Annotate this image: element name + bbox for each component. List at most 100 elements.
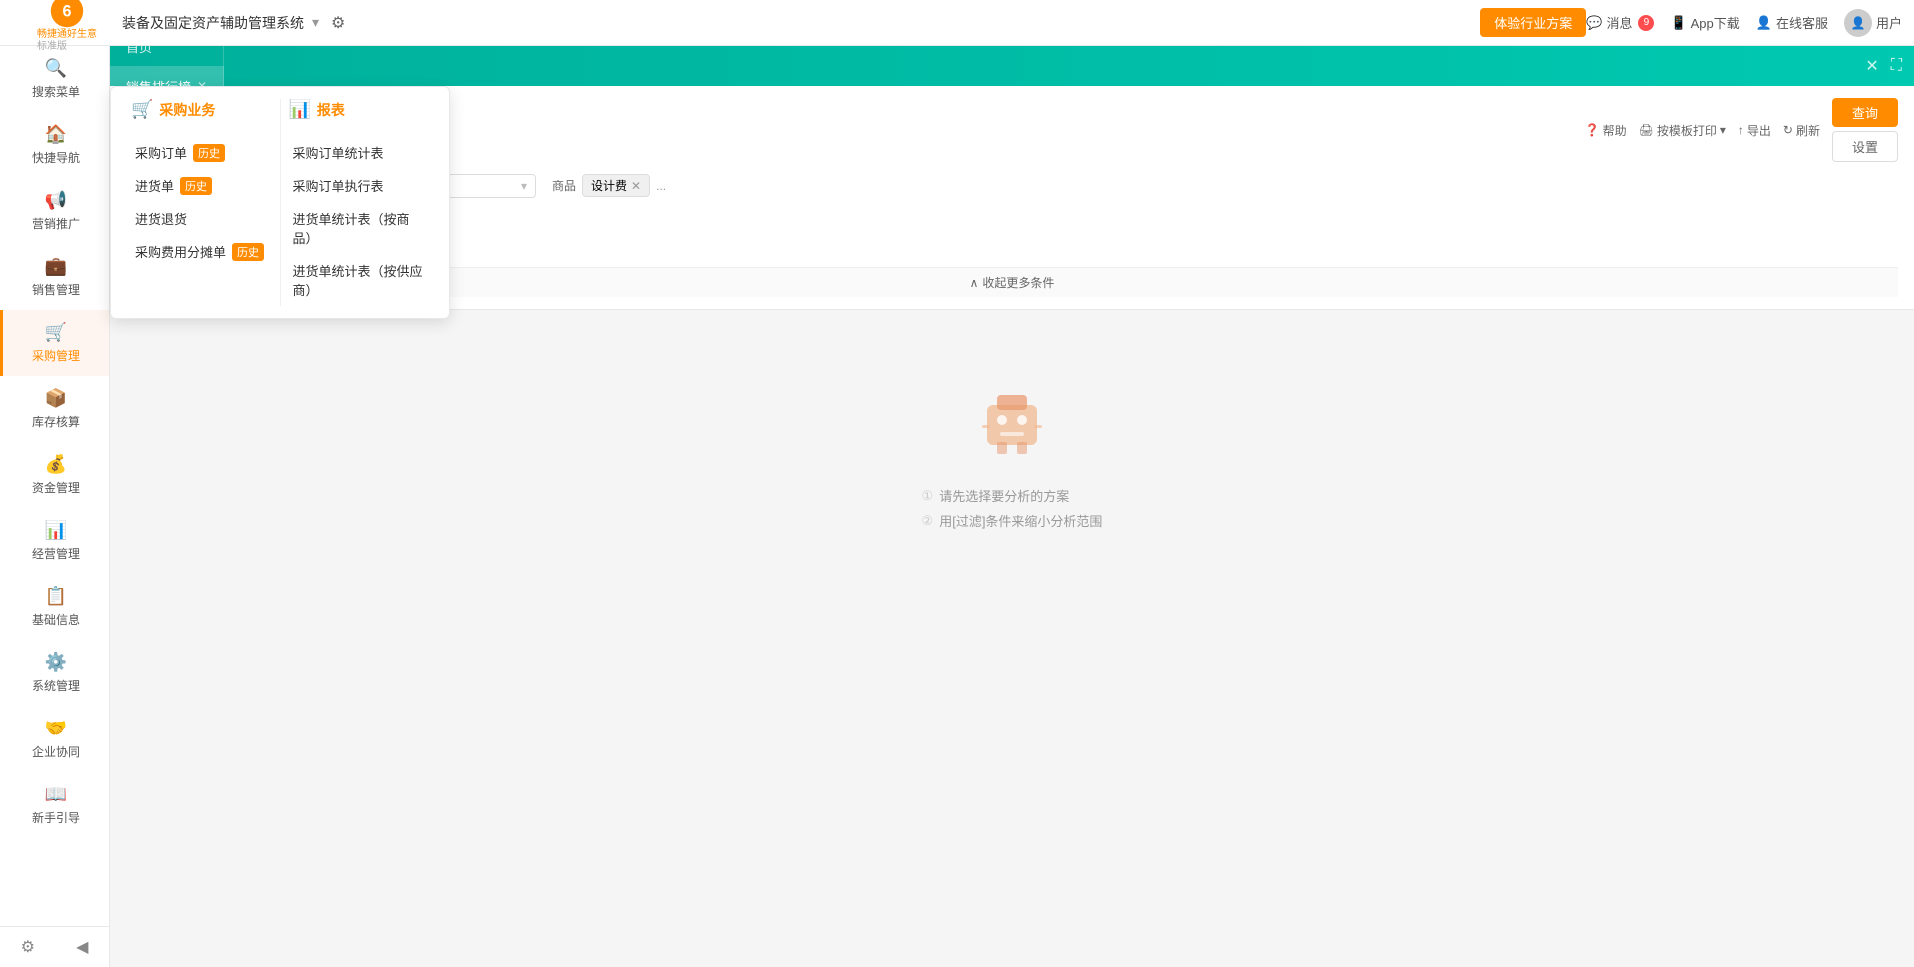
empty-state: ① 请先选择要分析的方案 ② 用[过滤]条件来缩小分析范围 bbox=[110, 310, 1914, 590]
product-tag-remove[interactable]: ✕ bbox=[631, 179, 641, 193]
online-service-label: 在线客服 bbox=[1776, 13, 1828, 32]
report-menu-label-inbound-stats-by-product: 进货单统计表（按商品） bbox=[293, 209, 426, 247]
sidebar-item-inventory[interactable]: 📦 库存核算 bbox=[0, 376, 109, 442]
export-icon: ↑ bbox=[1738, 123, 1744, 137]
dropdown-cols: 🛒 采购业务 采购订单 历史 进货单 历史 进货退货 采购费用分摊单 历史 📊 … bbox=[123, 99, 437, 306]
sidebar-icon-system: ⚙️ bbox=[45, 652, 67, 673]
system-title: 装备及固定资产辅助管理系统 ▾ ⚙ bbox=[122, 13, 1468, 33]
online-service-button[interactable]: 👤 在线客服 bbox=[1756, 13, 1828, 32]
print-icon: 🖨 bbox=[1639, 123, 1654, 137]
sidebar-item-marketing[interactable]: 📢 营销推广 bbox=[0, 178, 109, 244]
topbar-right: 💬 消息 9 📱 App下载 👤 在线客服 👤 用户 bbox=[1586, 9, 1902, 37]
sidebar-item-quick-nav[interactable]: 🏠 快捷导航 bbox=[0, 112, 109, 178]
sidebar-label-enterprise: 企业协同 bbox=[32, 743, 80, 760]
settings-button[interactable]: 设置 bbox=[1832, 131, 1898, 162]
sidebar-item-operations[interactable]: 📊 经营管理 bbox=[0, 508, 109, 574]
messages-button[interactable]: 💬 消息 9 bbox=[1586, 13, 1654, 32]
print-button[interactable]: 🖨 按模板打印 ▾ bbox=[1639, 122, 1726, 139]
purchase-menu-inbound[interactable]: 进货单 历史 bbox=[131, 169, 272, 202]
product-filter: 商品 设计费 ✕ ... bbox=[552, 174, 666, 197]
industry-solution-button[interactable]: 体验行业方案 bbox=[1480, 8, 1586, 37]
collapse-label: 收起更多条件 bbox=[982, 274, 1054, 291]
tip1-bullet: ① bbox=[922, 488, 934, 504]
sidebar-item-purchase[interactable]: 🛒 采购管理 bbox=[0, 310, 109, 376]
sidebar-label-guide: 新手引导 bbox=[32, 809, 80, 826]
purchase-dropdown-menu: 🛒 采购业务 采购订单 历史 进货单 历史 进货退货 采购费用分摊单 历史 📊 … bbox=[110, 86, 450, 319]
sidebar-item-basic-info[interactable]: 📋 基础信息 bbox=[0, 574, 109, 640]
collapse-icon: ∧ bbox=[970, 276, 979, 290]
sidebar-collapse-button[interactable]: ◀ bbox=[76, 937, 88, 957]
app-download-button[interactable]: 📱 App下载 bbox=[1670, 13, 1739, 32]
app-logo: 6 畅捷通好生意 标准版 bbox=[12, 0, 122, 53]
dropdown-arrow[interactable]: ▾ bbox=[312, 14, 319, 31]
help-icon: ❓ bbox=[1585, 123, 1600, 137]
user-menu-button[interactable]: 👤 用户 bbox=[1844, 9, 1902, 37]
print-dropdown-icon[interactable]: ▾ bbox=[1720, 123, 1726, 137]
settings-gear-icon[interactable]: ⚙ bbox=[331, 13, 345, 33]
refresh-icon: ↻ bbox=[1783, 123, 1793, 137]
export-button[interactable]: ↑ 导出 bbox=[1738, 122, 1771, 139]
query-button[interactable]: 查询 bbox=[1832, 98, 1898, 127]
product-label: 商品 bbox=[552, 177, 576, 194]
report-menu-label-inbound-stats-by-supplier: 进货单统计表（按供应商） bbox=[293, 261, 426, 299]
report-menu-inbound-stats-by-product[interactable]: 进货单统计表（按商品） bbox=[289, 202, 430, 254]
sidebar-label-search: 搜索菜单 bbox=[32, 83, 80, 100]
sidebar-item-sales[interactable]: 💼 销售管理 bbox=[0, 244, 109, 310]
service-icon: 👤 bbox=[1756, 15, 1772, 31]
sidebar-label-system: 系统管理 bbox=[32, 677, 80, 694]
sidebar-label-basic-info: 基础信息 bbox=[32, 611, 80, 628]
purchase-menu-purchase-order[interactable]: 采购订单 历史 bbox=[131, 136, 272, 169]
report-menu-purchase-order-stats[interactable]: 采购订单统计表 bbox=[289, 136, 430, 169]
purchase-menu-label-inbound: 进货单 bbox=[135, 176, 174, 195]
sidebar-item-system[interactable]: ⚙️ 系统管理 bbox=[0, 640, 109, 706]
purchase-menu-label-purchase-order: 采购订单 bbox=[135, 143, 187, 162]
refresh-button[interactable]: ↻ 刷新 bbox=[1783, 122, 1820, 139]
tab-label-home: 首页 bbox=[126, 46, 152, 56]
sidebar-item-enterprise[interactable]: 🤝 企业协同 bbox=[0, 706, 109, 772]
phone-icon: 📱 bbox=[1670, 15, 1686, 31]
close-tab-button[interactable]: ✕ bbox=[1861, 52, 1882, 80]
report-menu-label-purchase-order-exec: 采购订单执行表 bbox=[293, 176, 384, 195]
tab-home[interactable]: 首页 bbox=[110, 46, 224, 66]
maximize-button[interactable]: ⛶ bbox=[1887, 53, 1906, 79]
report-menu-purchase-order-exec[interactable]: 采购订单执行表 bbox=[289, 169, 430, 202]
app-download-label: App下载 bbox=[1691, 13, 1740, 32]
sidebar-icon-basic-info: 📋 bbox=[45, 586, 67, 607]
doc-status-dropdown-icon: ▾ bbox=[521, 179, 527, 193]
system-name: 装备及固定资产辅助管理系统 bbox=[122, 13, 304, 33]
message-badge: 9 bbox=[1638, 15, 1654, 31]
history-badge-expense: 历史 bbox=[232, 243, 264, 261]
tab-bar-actions: ✕ ⛶ bbox=[1861, 52, 1914, 80]
tab-bar: 首页 销售排行榜 ✕ ✕ ⛶ bbox=[110, 46, 1914, 86]
sidebar-icon-quick-nav: 🏠 bbox=[45, 124, 67, 145]
report-menu-inbound-stats-by-supplier[interactable]: 进货单统计表（按供应商） bbox=[289, 254, 430, 306]
sidebar-label-quick-nav: 快捷导航 bbox=[32, 149, 80, 166]
topbar: 6 畅捷通好生意 标准版 装备及固定资产辅助管理系统 ▾ ⚙ 体验行业方案 💬 … bbox=[0, 0, 1914, 46]
purchase-menu-return[interactable]: 进货退货 bbox=[131, 202, 272, 235]
sidebar-settings-button[interactable]: ⚙ bbox=[21, 937, 35, 957]
sidebar-icon-finance: 💰 bbox=[45, 454, 67, 475]
sidebar-icon-guide: 📖 bbox=[45, 784, 67, 805]
logo-icon: 6 bbox=[49, 0, 85, 29]
empty-tip-1: ① 请先选择要分析的方案 bbox=[922, 486, 1103, 505]
purchase-menu-label-return: 进货退货 bbox=[135, 209, 187, 228]
sidebar-label-inventory: 库存核算 bbox=[32, 413, 80, 430]
empty-illustration bbox=[962, 370, 1062, 470]
message-icon: 💬 bbox=[1586, 15, 1602, 31]
help-button[interactable]: ❓ 帮助 bbox=[1585, 122, 1627, 139]
svg-text:6: 6 bbox=[62, 2, 71, 20]
sidebar-item-guide[interactable]: 📖 新手引导 bbox=[0, 772, 109, 838]
sidebar-label-sales: 销售管理 bbox=[32, 281, 80, 298]
sidebar-item-finance[interactable]: 💰 资金管理 bbox=[0, 442, 109, 508]
sidebar-label-marketing: 营销推广 bbox=[32, 215, 80, 232]
sidebar-icon-inventory: 📦 bbox=[45, 388, 67, 409]
product-more[interactable]: ... bbox=[656, 179, 666, 193]
history-badge-inbound: 历史 bbox=[180, 177, 212, 195]
sidebar-item-search[interactable]: 🔍 搜索菜单 bbox=[0, 46, 109, 112]
sidebar-icon-marketing: 📢 bbox=[45, 190, 67, 211]
user-name: 用户 bbox=[1876, 13, 1902, 32]
product-tag-value: 设计费 bbox=[591, 177, 627, 194]
sidebar: 🔍 搜索菜单 🏠 快捷导航 📢 营销推广 💼 销售管理 🛒 采购管理 📦 库存核… bbox=[0, 46, 110, 967]
purchase-menu-expense[interactable]: 采购费用分摊单 历史 bbox=[131, 235, 272, 268]
purchase-col-title: 采购业务 bbox=[159, 100, 215, 120]
